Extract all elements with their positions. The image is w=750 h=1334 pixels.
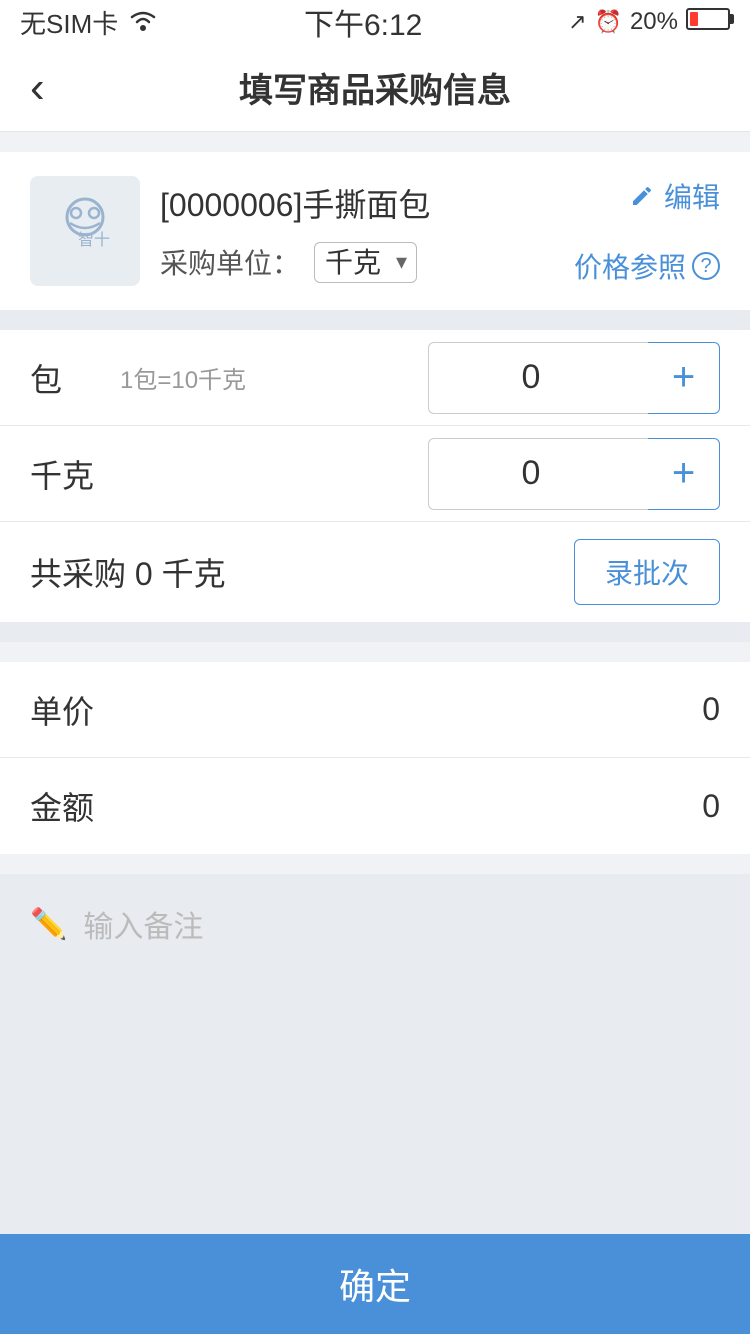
unit-select-wrapper[interactable]: 千克 包 [314,242,417,283]
amount-row: 金额 0 [0,758,750,854]
notes-section[interactable]: ✏️ 输入备注 [0,874,750,974]
edit-button[interactable]: 编辑 [630,176,720,216]
price-section: 单价 0 金额 0 [0,662,750,854]
alarm-icon: ⏰ [595,9,622,35]
bag-input-row: 包 1包=10千克 + [0,330,750,426]
price-ref-label: 价格参照 [574,246,686,286]
unit-select[interactable]: 千克 包 [314,242,417,283]
notes-icon: ✏️ [30,907,67,942]
carrier-label: 无SIM卡 [20,4,118,41]
unit-price-label: 单价 [30,687,702,733]
total-label: 共采购 0 千克 [30,549,574,595]
kg-number-input[interactable] [428,438,648,510]
nav-bar: ‹ 填写商品采购信息 [0,44,750,132]
bag-sublabel: 1包=10千克 [120,360,428,395]
battery-percent: 20% [630,8,678,36]
product-image: 智十 [30,176,140,286]
kg-label: 千克 [30,451,110,497]
status-left: 无SIM卡 [20,4,158,41]
bag-input-control: + [428,342,720,414]
unit-price-row: 单价 0 [0,662,750,758]
product-logo: 智十 [50,195,120,267]
bag-label: 包 [30,355,110,401]
confirm-label: 确定 [339,1258,411,1310]
section-divider-1 [0,310,750,330]
kg-input-control: + [428,438,720,510]
input-section: 包 1包=10千克 + 千克 + [0,330,750,522]
status-bar: 无SIM卡 下午6:12 ↗ ⏰ 20% [0,0,750,44]
amount-value: 0 [702,788,720,825]
notes-placeholder: 输入备注 [83,902,203,946]
bag-plus-button[interactable]: + [648,342,720,414]
kg-plus-button[interactable]: + [648,438,720,510]
total-row: 共采购 0 千克 录批次 [0,522,750,622]
empty-space [0,974,750,1274]
section-divider-2 [0,622,750,642]
unit-label: 采购单位： [160,242,300,282]
status-right: ↗ ⏰ 20% [568,8,730,37]
product-card: 智十 [0000006]手撕面包 采购单位： 千克 包 编辑 价格参照 ? [0,152,750,310]
unit-price-value: 0 [702,691,720,728]
status-time: 下午6:12 [304,0,422,44]
back-button[interactable]: ‹ [30,63,90,113]
kg-input-row: 千克 + [0,426,750,522]
price-ref-button[interactable]: 价格参照 ? [574,246,720,286]
battery-icon [686,8,730,37]
bag-number-input[interactable] [428,342,648,414]
help-icon: ? [692,252,720,280]
edit-label: 编辑 [664,176,720,216]
wifi-icon [128,7,158,38]
amount-label: 金额 [30,783,702,829]
location-icon: ↗ [568,9,586,35]
page-title: 填写商品采购信息 [239,63,511,112]
record-batch-button[interactable]: 录批次 [574,539,720,605]
confirm-button[interactable]: 确定 [0,1234,750,1334]
svg-text:智十: 智十 [78,231,110,249]
